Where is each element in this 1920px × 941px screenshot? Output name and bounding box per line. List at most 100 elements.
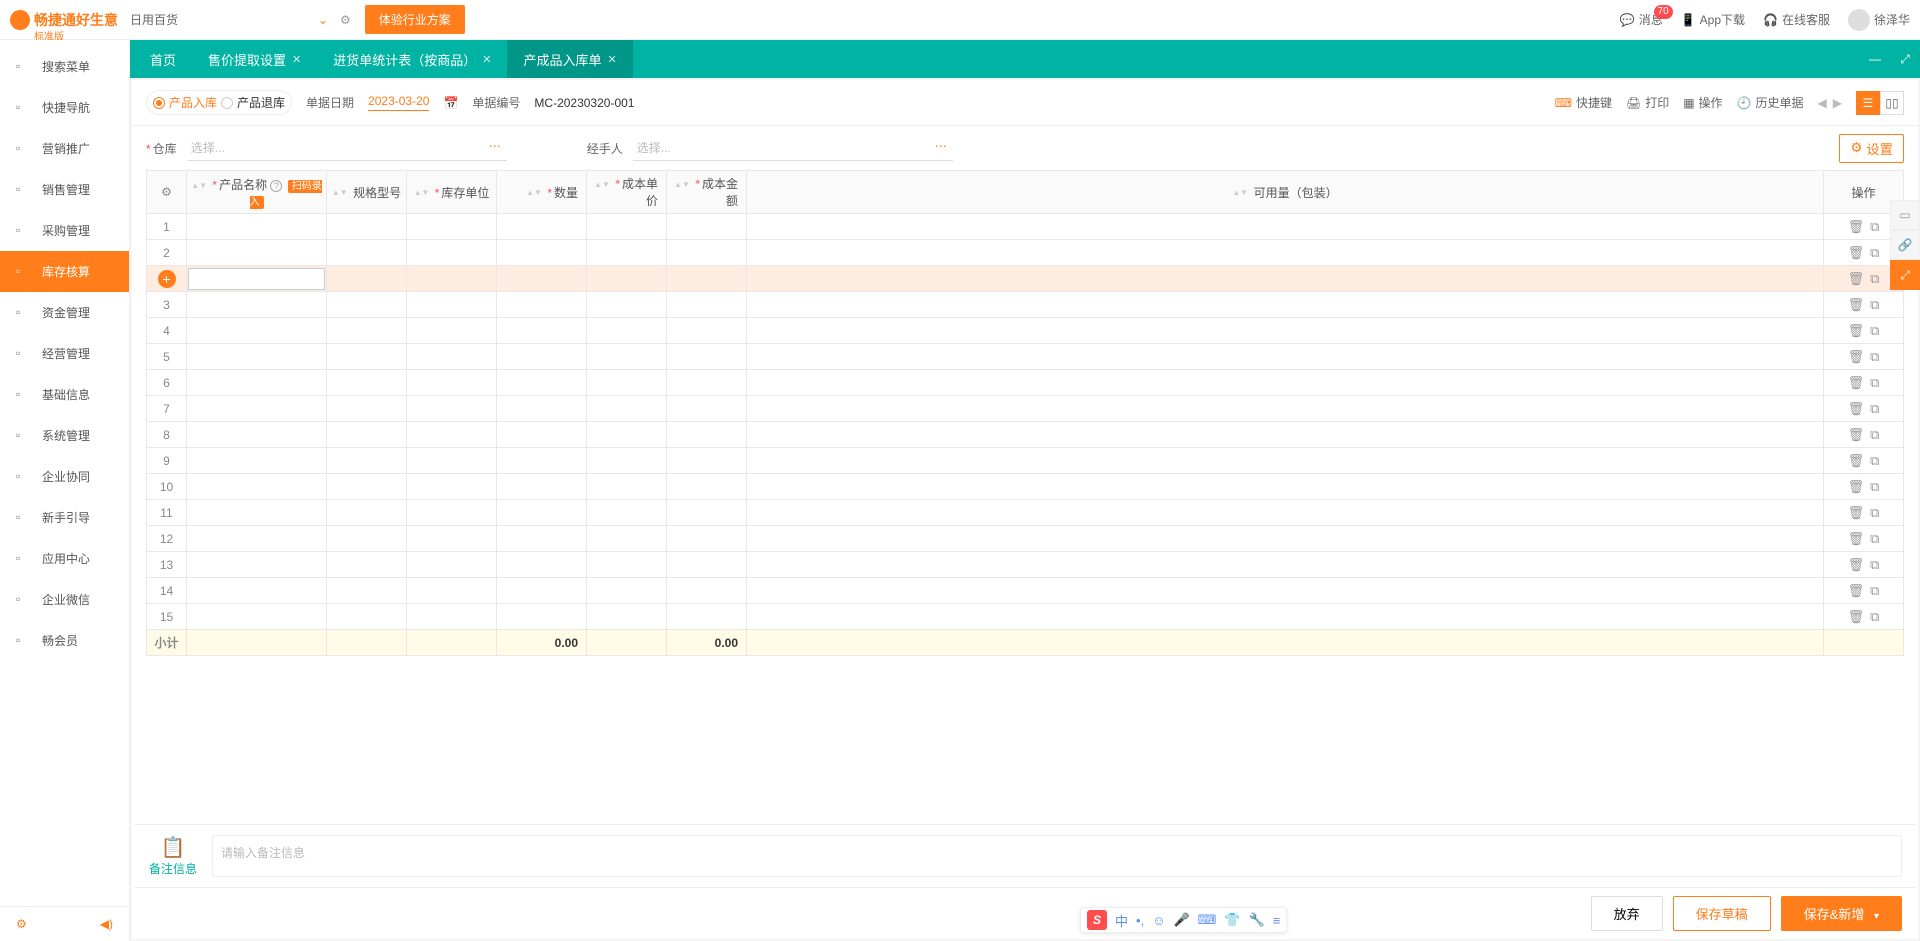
table-cell[interactable] [667, 500, 747, 526]
table-cell[interactable] [187, 474, 327, 500]
table-cell[interactable] [407, 292, 497, 318]
table-cell[interactable] [187, 422, 327, 448]
dock-btn-3[interactable]: ⤢ [1890, 260, 1920, 290]
print-button[interactable]: 🖨 打印 [1626, 94, 1669, 111]
operate-button[interactable]: ▦ 操作 [1683, 94, 1722, 111]
copy-icon[interactable]: ⧉ [1870, 505, 1879, 520]
table-cell[interactable] [587, 500, 667, 526]
close-icon[interactable]: ✕ [292, 53, 301, 66]
table-cell[interactable] [747, 344, 1824, 370]
radio-return[interactable]: 产品退库 [221, 94, 285, 111]
handler-select[interactable]: 选择... ⋯ [633, 135, 953, 161]
remark-input[interactable]: 请输入备注信息 [212, 835, 1902, 877]
sidebar-item-13[interactable]: ▫企业微信 [0, 579, 129, 620]
table-cell[interactable] [187, 214, 327, 240]
prev-icon[interactable]: ◀ [1818, 96, 1827, 110]
table-cell[interactable] [187, 344, 327, 370]
table-cell[interactable] [747, 422, 1824, 448]
table-cell[interactable] [187, 578, 327, 604]
table-cell[interactable] [327, 500, 407, 526]
close-icon[interactable]: ✕ [482, 53, 491, 66]
tab-1[interactable]: 售价提取设置✕ [192, 40, 317, 78]
table-row[interactable]: 8🗑⧉ [147, 422, 1904, 448]
close-icon[interactable]: ✕ [608, 53, 617, 66]
table-row[interactable]: 1🗑⧉ [147, 214, 1904, 240]
delete-icon[interactable]: 🗑 [1848, 401, 1865, 416]
table-row[interactable]: 7🗑⧉ [147, 396, 1904, 422]
col-price[interactable]: ▲▼ *成本单价 [587, 171, 667, 214]
col-available[interactable]: ▲▼ 可用量（包装） [747, 171, 1824, 214]
history-button[interactable]: 🕘 历史单据 [1737, 94, 1804, 111]
tab-0[interactable]: 首页 [134, 40, 192, 78]
table-cell[interactable] [497, 578, 587, 604]
table-cell[interactable] [747, 240, 1824, 266]
table-cell[interactable] [667, 266, 747, 292]
table-row[interactable]: 4🗑⧉ [147, 318, 1904, 344]
delete-icon[interactable]: 🗑 [1848, 271, 1865, 286]
table-cell[interactable] [587, 318, 667, 344]
table-cell[interactable] [667, 604, 747, 630]
delete-icon[interactable]: 🗑 [1848, 531, 1865, 546]
table-cell[interactable] [587, 422, 667, 448]
delete-icon[interactable]: 🗑 [1848, 453, 1865, 468]
table-cell[interactable] [407, 422, 497, 448]
table-cell[interactable] [587, 396, 667, 422]
table-cell[interactable] [407, 214, 497, 240]
table-cell[interactable] [187, 396, 327, 422]
collapse-icon[interactable]: ◀) [100, 917, 113, 931]
col-spec[interactable]: ▲▼ 规格型号 [327, 171, 407, 214]
delete-icon[interactable]: 🗑 [1848, 479, 1865, 494]
table-cell[interactable] [667, 396, 747, 422]
sidebar-item-10[interactable]: ▫企业协同 [0, 456, 129, 497]
tab-minimize-button[interactable]: — [1860, 40, 1890, 78]
table-cell[interactable] [497, 422, 587, 448]
table-cell[interactable] [407, 370, 497, 396]
table-cell[interactable] [327, 422, 407, 448]
table-cell[interactable] [327, 370, 407, 396]
delete-icon[interactable]: 🗑 [1848, 505, 1865, 520]
table-row[interactable]: 10🗑⧉ [147, 474, 1904, 500]
table-cell[interactable] [667, 552, 747, 578]
copy-icon[interactable]: ⧉ [1870, 297, 1879, 312]
table-cell[interactable] [667, 214, 747, 240]
table-row[interactable]: 15🗑⧉ [147, 604, 1904, 630]
table-cell[interactable] [667, 292, 747, 318]
view-list-button[interactable]: ☰ [1856, 91, 1880, 115]
table-cell[interactable] [747, 578, 1824, 604]
table-cell[interactable] [327, 292, 407, 318]
delete-icon[interactable]: 🗑 [1848, 427, 1865, 442]
table-cell[interactable] [407, 344, 497, 370]
table-row[interactable]: 3🗑⧉ [147, 292, 1904, 318]
save-new-button[interactable]: 保存&新增 ▾ [1781, 896, 1902, 931]
col-gear[interactable]: ⚙ [147, 171, 187, 214]
table-cell[interactable] [587, 266, 667, 292]
table-cell[interactable] [587, 370, 667, 396]
table-row[interactable]: 14🗑⧉ [147, 578, 1904, 604]
table-cell[interactable] [327, 240, 407, 266]
sidebar-item-8[interactable]: ▫基础信息 [0, 374, 129, 415]
delete-icon[interactable]: 🗑 [1848, 245, 1865, 260]
table-cell[interactable] [327, 604, 407, 630]
copy-icon[interactable]: ⧉ [1870, 219, 1879, 234]
next-icon[interactable]: ▶ [1833, 96, 1842, 110]
delete-icon[interactable]: 🗑 [1848, 219, 1865, 234]
delete-icon[interactable]: 🗑 [1848, 583, 1865, 598]
table-cell[interactable] [667, 578, 747, 604]
user-menu[interactable]: 徐泽华 [1848, 9, 1910, 31]
table-row[interactable]: 11🗑⧉ [147, 500, 1904, 526]
table-cell[interactable] [747, 370, 1824, 396]
table-cell[interactable] [587, 578, 667, 604]
table-cell[interactable] [497, 526, 587, 552]
table-cell[interactable] [407, 604, 497, 630]
copy-icon[interactable]: ⧉ [1870, 401, 1879, 416]
copy-icon[interactable]: ⧉ [1870, 557, 1879, 572]
tab-3[interactable]: 产成品入库单✕ [507, 40, 632, 78]
save-draft-button[interactable]: 保存草稿 [1673, 896, 1771, 931]
table-cell[interactable] [497, 266, 587, 292]
table-cell[interactable] [187, 292, 327, 318]
date-value[interactable]: 2023-03-20 [368, 94, 429, 111]
table-cell[interactable] [667, 370, 747, 396]
help-icon[interactable]: ? [270, 180, 282, 192]
table-cell[interactable] [497, 370, 587, 396]
delete-icon[interactable]: 🗑 [1848, 349, 1865, 364]
